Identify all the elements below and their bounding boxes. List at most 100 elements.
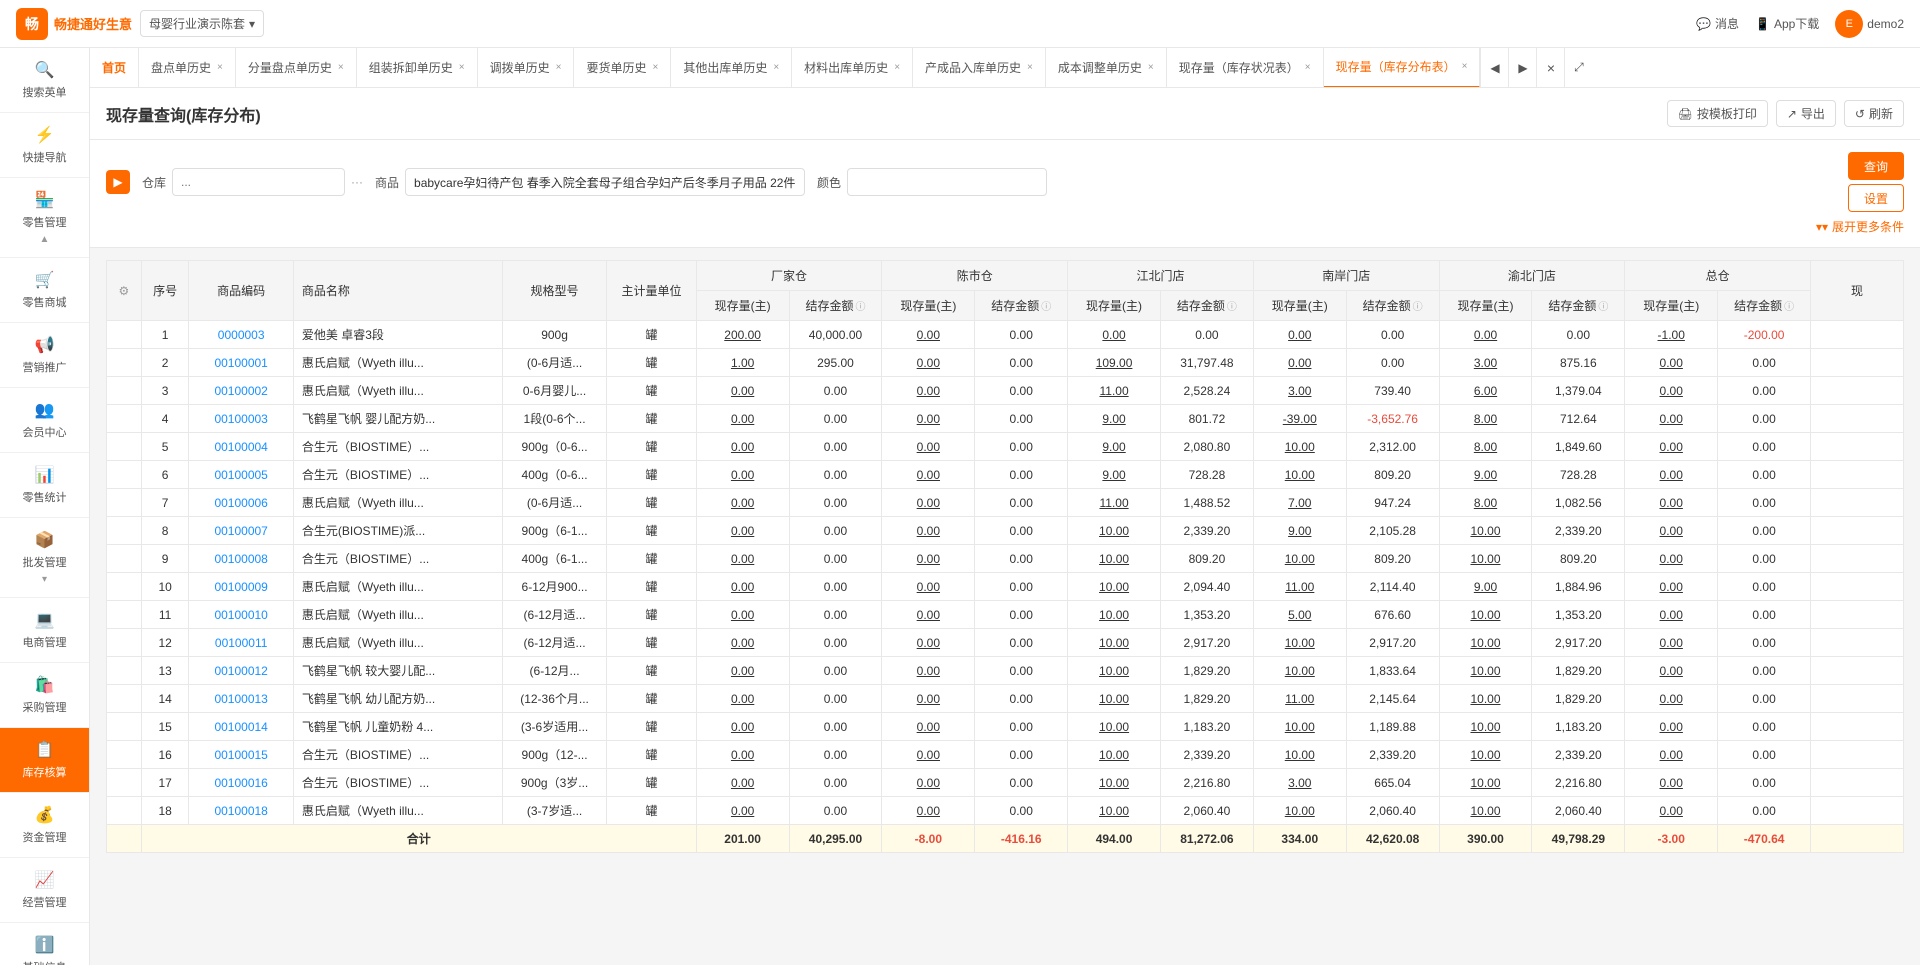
cell-chenshi-qty[interactable]: 0.00 — [882, 377, 975, 405]
cell-chenshi-qty[interactable]: 0.00 — [882, 741, 975, 769]
sidebar-item-inventory[interactable]: 📋 库存核算 — [0, 728, 89, 793]
cell-nanan-qty[interactable]: 10.00 — [1253, 797, 1346, 825]
close-icon[interactable]: × — [1027, 62, 1033, 73]
cell-total-qty[interactable]: 0.00 — [1625, 349, 1718, 377]
cell-nanan-qty[interactable]: -39.00 — [1253, 405, 1346, 433]
cell-yubeii-qty[interactable]: 10.00 — [1439, 517, 1532, 545]
cell-nanan-qty[interactable]: 0.00 — [1253, 321, 1346, 349]
cell-factory-qty[interactable]: 0.00 — [696, 461, 789, 489]
close-icon[interactable]: × — [894, 62, 900, 73]
cell-chenshi-qty[interactable]: 0.00 — [882, 657, 975, 685]
cell-factory-qty[interactable]: 0.00 — [696, 573, 789, 601]
cell-nanan-qty[interactable]: 11.00 — [1253, 573, 1346, 601]
cell-factory-qty[interactable]: 0.00 — [696, 601, 789, 629]
cell-jiangbei-qty[interactable]: 109.00 — [1068, 349, 1161, 377]
nav-expand-button[interactable]: ⤢ — [1564, 48, 1592, 88]
cell-nanan-qty[interactable]: 7.00 — [1253, 489, 1346, 517]
cell-yubeii-qty[interactable]: 9.00 — [1439, 461, 1532, 489]
cell-nanan-qty[interactable]: 10.00 — [1253, 629, 1346, 657]
user-action[interactable]: E demo2 — [1835, 10, 1904, 38]
cell-chenshi-qty[interactable]: 0.00 — [882, 405, 975, 433]
cell-total-qty[interactable]: 0.00 — [1625, 573, 1718, 601]
cell-factory-qty[interactable]: 0.00 — [696, 629, 789, 657]
cell-yubeii-qty[interactable]: 10.00 — [1439, 769, 1532, 797]
message-action[interactable]: 💬 消息 — [1696, 15, 1739, 32]
cell-chenshi-qty[interactable]: 0.00 — [882, 461, 975, 489]
sidebar-item-retail-mgmt[interactable]: 🏪 零售管理 ▲ — [0, 178, 89, 258]
cell-nanan-qty[interactable]: 10.00 — [1253, 657, 1346, 685]
cell-total-qty[interactable]: 0.00 — [1625, 405, 1718, 433]
cell-yubeii-qty[interactable]: 6.00 — [1439, 377, 1532, 405]
cell-factory-qty[interactable]: 0.00 — [696, 489, 789, 517]
product-input[interactable] — [405, 168, 805, 196]
nav-tab-combo[interactable]: 组装拆卸单历史 × — [357, 48, 478, 88]
cell-chenshi-qty[interactable]: 0.00 — [882, 629, 975, 657]
refresh-button[interactable]: ↺ 刷新 — [1844, 100, 1904, 127]
nav-tab-sub-inventory[interactable]: 分量盘点单历史 × — [236, 48, 357, 88]
cell-yubeii-qty[interactable]: 10.00 — [1439, 601, 1532, 629]
cell-nanan-qty[interactable]: 11.00 — [1253, 685, 1346, 713]
cell-yubeii-qty[interactable]: 0.00 — [1439, 321, 1532, 349]
cell-total-qty[interactable]: 0.00 — [1625, 769, 1718, 797]
cell-jiangbei-qty[interactable]: 10.00 — [1068, 629, 1161, 657]
nav-prev-button[interactable]: ◀ — [1480, 48, 1508, 88]
close-icon[interactable]: × — [338, 62, 344, 73]
cell-total-qty[interactable]: 0.00 — [1625, 489, 1718, 517]
sidebar-item-quick-nav[interactable]: ⚡ 快捷导航 — [0, 113, 89, 178]
sidebar-item-marketing[interactable]: 📢 营销推广 — [0, 323, 89, 388]
cell-jiangbei-qty[interactable]: 10.00 — [1068, 601, 1161, 629]
cell-yubeii-qty[interactable]: 10.00 — [1439, 741, 1532, 769]
nav-tab-stock-table[interactable]: 现存量（库存状况表） × — [1167, 48, 1324, 88]
cell-jiangbei-qty[interactable]: 9.00 — [1068, 433, 1161, 461]
close-icon[interactable]: × — [217, 62, 223, 73]
cell-nanan-qty[interactable]: 10.00 — [1253, 713, 1346, 741]
close-icon[interactable]: × — [556, 62, 562, 73]
close-icon[interactable]: × — [1462, 61, 1468, 72]
cell-yubeii-qty[interactable]: 10.00 — [1439, 657, 1532, 685]
cell-factory-qty[interactable]: 1.00 — [696, 349, 789, 377]
cell-nanan-qty[interactable]: 3.00 — [1253, 377, 1346, 405]
cell-factory-qty[interactable]: 0.00 — [696, 797, 789, 825]
cell-yubeii-qty[interactable]: 8.00 — [1439, 433, 1532, 461]
cell-chenshi-qty[interactable]: 0.00 — [882, 573, 975, 601]
cell-factory-qty[interactable]: 0.00 — [696, 517, 789, 545]
cell-jiangbei-qty[interactable]: 9.00 — [1068, 461, 1161, 489]
company-select[interactable]: 母婴行业演示陈套 ▾ — [140, 10, 264, 37]
cell-yubeii-qty[interactable]: 10.00 — [1439, 545, 1532, 573]
cell-factory-qty[interactable]: 0.00 — [696, 741, 789, 769]
cell-nanan-qty[interactable]: 3.00 — [1253, 769, 1346, 797]
info-icon-total[interactable]: ⓘ — [1784, 302, 1794, 313]
query-button[interactable]: 查询 — [1848, 152, 1904, 180]
sidebar-item-ecommerce[interactable]: 💻 电商管理 — [0, 598, 89, 663]
print-button[interactable]: 🖨 按模板打印 — [1667, 100, 1768, 127]
cell-yubeii-qty[interactable]: 10.00 — [1439, 685, 1532, 713]
info-icon-jiangbei[interactable]: ⓘ — [1227, 302, 1237, 313]
cell-chenshi-qty[interactable]: 0.00 — [882, 769, 975, 797]
nav-tab-finished-in[interactable]: 产成品入库单历史 × — [913, 48, 1046, 88]
cell-chenshi-qty[interactable]: 0.00 — [882, 349, 975, 377]
collapse-button[interactable]: ▶ — [106, 170, 130, 194]
cell-jiangbei-qty[interactable]: 10.00 — [1068, 517, 1161, 545]
cell-jiangbei-qty[interactable]: 11.00 — [1068, 377, 1161, 405]
cell-nanan-qty[interactable]: 10.00 — [1253, 741, 1346, 769]
cell-factory-qty[interactable]: 0.00 — [696, 433, 789, 461]
cell-jiangbei-qty[interactable]: 10.00 — [1068, 741, 1161, 769]
sidebar-item-wholesale[interactable]: 📦 批发管理 ▾ — [0, 518, 89, 598]
cell-jiangbei-qty[interactable]: 9.00 — [1068, 405, 1161, 433]
close-icon[interactable]: × — [1148, 62, 1154, 73]
cell-total-qty[interactable]: 0.00 — [1625, 741, 1718, 769]
app-download-action[interactable]: 📱 App下载 — [1755, 15, 1819, 32]
nav-tab-cost-adjust[interactable]: 成本调整单历史 × — [1046, 48, 1167, 88]
cell-total-qty[interactable]: 0.00 — [1625, 797, 1718, 825]
sidebar-item-operations[interactable]: 📈 经营管理 — [0, 858, 89, 923]
info-icon-yubeii[interactable]: ⓘ — [1598, 302, 1608, 313]
info-icon-chenshi[interactable]: ⓘ — [1041, 302, 1051, 313]
cell-yubeii-qty[interactable]: 8.00 — [1439, 489, 1532, 517]
close-icon[interactable]: × — [773, 62, 779, 73]
cell-total-qty[interactable]: 0.00 — [1625, 517, 1718, 545]
nav-next-button[interactable]: ▶ — [1508, 48, 1536, 88]
cell-jiangbei-qty[interactable]: 10.00 — [1068, 685, 1161, 713]
nav-tab-requisition[interactable]: 要货单历史 × — [574, 48, 671, 88]
info-icon-nanan[interactable]: ⓘ — [1413, 302, 1423, 313]
cell-chenshi-qty[interactable]: 0.00 — [882, 321, 975, 349]
